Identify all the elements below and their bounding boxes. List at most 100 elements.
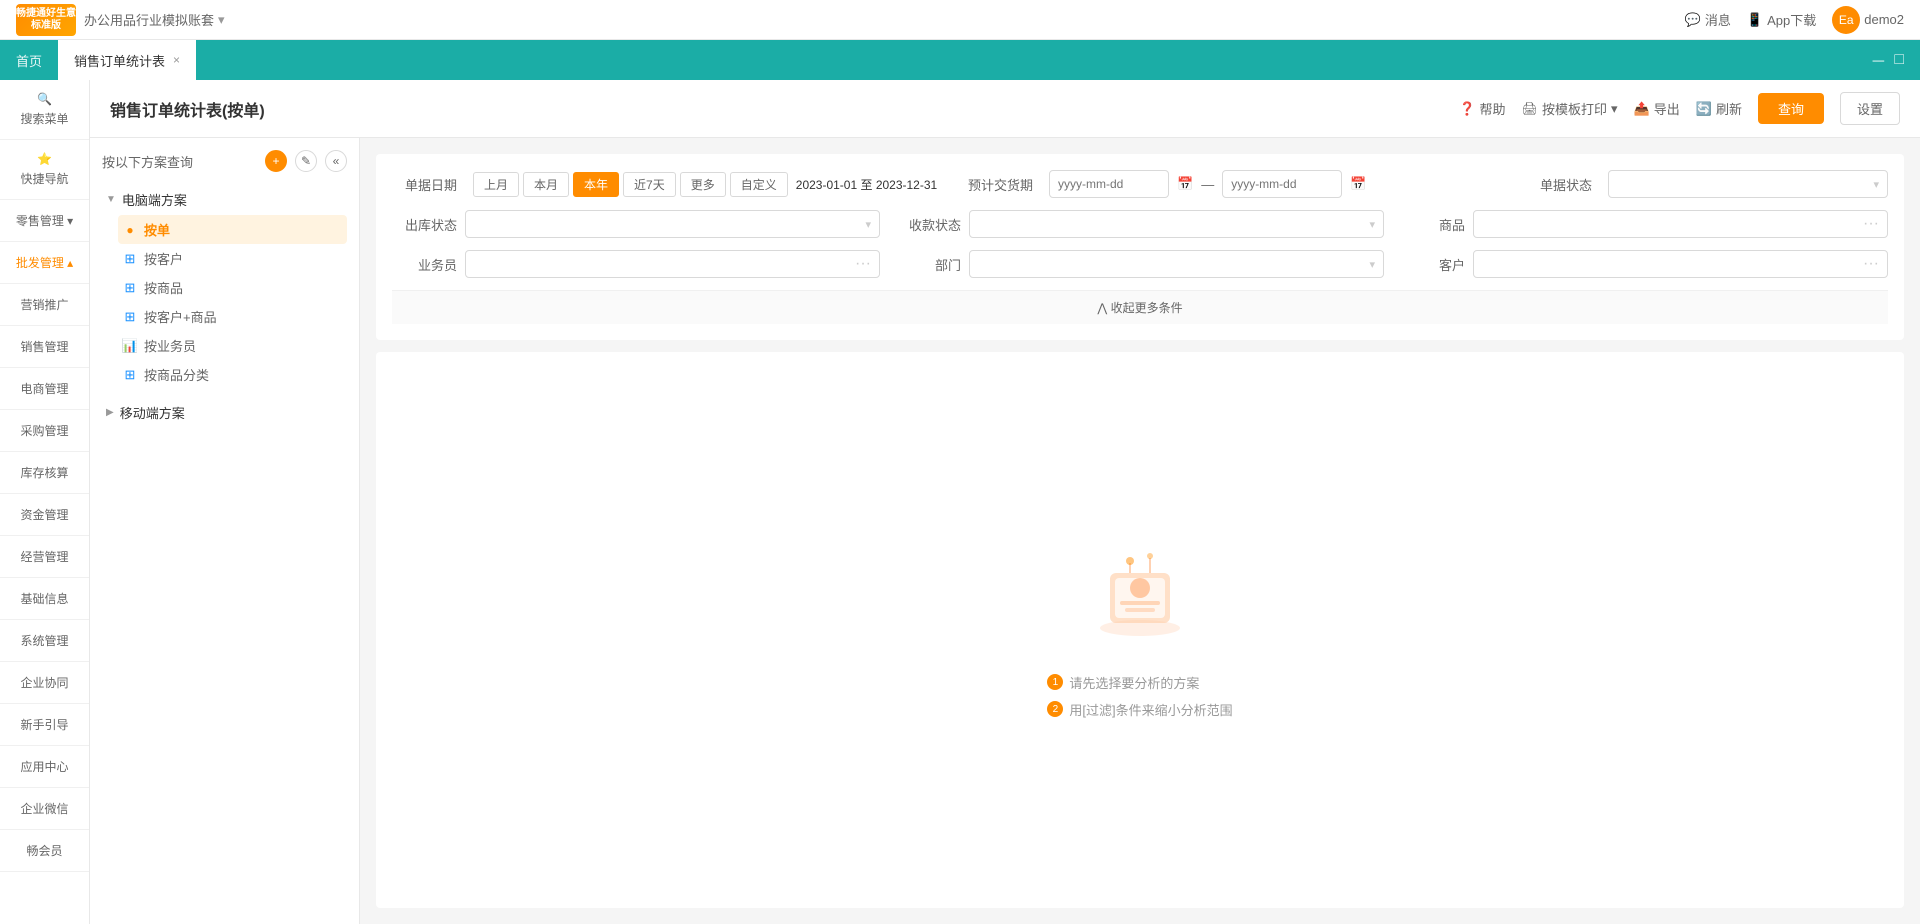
tree-mobile-expand-icon: ▶ [106, 407, 114, 418]
by-customer-icon: ⊞ [122, 251, 138, 267]
edit-scheme-button[interactable]: ✎ [295, 150, 317, 172]
window-minimize-button[interactable]: － [1870, 48, 1886, 72]
tab-home[interactable]: 首页 [0, 40, 58, 80]
bill-status-label: 单据状态 [1537, 175, 1592, 194]
expected-date-icon-end: 📅 [1350, 176, 1366, 192]
custom-btn[interactable]: 自定义 [730, 172, 788, 197]
bill-status-arrow-icon: ▾ [1873, 178, 1879, 191]
message-button[interactable]: 💬 消息 [1685, 10, 1731, 29]
tree-pc-section: ▼ 电脑端方案 ● 按单 ⊞ 按客户 ⊞ [102, 184, 347, 389]
sidebar-item-sales[interactable]: 销售管理 [0, 326, 89, 368]
sidebar-item-purchase[interactable]: 采购管理 [0, 410, 89, 452]
this-year-btn[interactable]: 本年 [573, 172, 619, 197]
refresh-button[interactable]: 🔄 刷新 [1696, 99, 1742, 118]
sidebar-item-ecommerce[interactable]: 电商管理 [0, 368, 89, 410]
user-menu[interactable]: Ea demo2 [1832, 6, 1904, 34]
print-icon: 🖨 [1522, 101, 1539, 117]
expected-date-separator: — [1201, 177, 1214, 192]
tabbar: 首页 销售订单统计表 × － □ [0, 40, 1920, 80]
sidebar-item-basic[interactable]: 基础信息 [0, 578, 89, 620]
empty-tips: 1 请先选择要分析的方案 2 用[过滤]条件来缩小分析范围 [1047, 673, 1232, 727]
more-btn[interactable]: 更多 [680, 172, 726, 197]
expected-date-end[interactable] [1222, 170, 1342, 198]
by-customer-goods-icon: ⊞ [122, 309, 138, 325]
sidebar-item-corp-wechat[interactable]: 企业微信 [0, 788, 89, 830]
expected-date-start[interactable] [1049, 170, 1169, 198]
query-button[interactable]: 查询 [1758, 93, 1824, 124]
tree-mobile-parent[interactable]: ▶ 移动端方案 [102, 397, 347, 428]
collapse-panel-button[interactable]: « [325, 150, 347, 172]
help-button[interactable]: ❓ 帮助 [1459, 99, 1505, 118]
main-layout: 🔍 搜索菜单 ⭐ 快捷导航 零售管理 ▾ 批发管理 ▴ 营销推广 销售管理 电商… [0, 80, 1920, 924]
window-maximize-button[interactable]: □ [1894, 51, 1904, 69]
ship-status-select[interactable]: ▾ [465, 210, 880, 238]
dept-label: 部门 [896, 255, 961, 274]
breadcrumb: 办公用品行业模拟账套 ▾ [84, 10, 225, 29]
sidebar-item-retail[interactable]: 零售管理 ▾ [0, 200, 89, 242]
tree-item-by-customer-goods[interactable]: ⊞ 按客户+商品 [118, 302, 347, 331]
last-month-btn[interactable]: 上月 [473, 172, 519, 197]
date-range-display: 2023-01-01 至 2023-12-31 [796, 176, 937, 193]
sidebar-item-quick-nav[interactable]: ⭐ 快捷导航 [0, 140, 89, 200]
logo: 畅捷通好生意标准版 [16, 4, 76, 36]
page-actions: ❓ 帮助 🖨 按模板打印 ▾ 📤 导出 🔄 刷新 查询 设置 [1459, 92, 1900, 125]
sidebar-item-operation[interactable]: 经营管理 [0, 536, 89, 578]
left-panel-actions: + ✎ « [265, 150, 347, 172]
dept-col: 部门 ▾ [896, 250, 1384, 278]
tree-item-by-category[interactable]: ⊞ 按商品分类 [118, 360, 347, 389]
tree-pc-children: ● 按单 ⊞ 按客户 ⊞ 按商品 ⊞ 按客 [102, 215, 347, 389]
app-download-button[interactable]: 📱 App下载 [1747, 10, 1816, 29]
breadcrumb-arrow[interactable]: ▾ [218, 12, 225, 28]
goods-input[interactable]: ··· [1473, 210, 1888, 238]
tree-item-by-goods[interactable]: ⊞ 按商品 [118, 273, 347, 302]
sidebar-item-marketing[interactable]: 营销推广 [0, 284, 89, 326]
add-scheme-button[interactable]: + [265, 150, 287, 172]
settings-button[interactable]: 设置 [1840, 92, 1900, 125]
sidebar-item-newbie[interactable]: 新手引导 [0, 704, 89, 746]
bill-status-select[interactable]: ▾ [1608, 170, 1888, 198]
payment-status-select[interactable]: ▾ [969, 210, 1384, 238]
tree-item-by-customer[interactable]: ⊞ 按客户 [118, 244, 347, 273]
topbar-left: 畅捷通好生意标准版 办公用品行业模拟账套 ▾ [16, 4, 225, 36]
empty-tip-1: 1 请先选择要分析的方案 [1047, 673, 1232, 692]
customer-more-icon: ··· [1863, 255, 1879, 273]
empty-illustration [1080, 533, 1200, 653]
export-button[interactable]: 📤 导出 [1634, 99, 1680, 118]
goods-col: 商品 ··· [1400, 210, 1888, 238]
this-month-btn[interactable]: 本月 [523, 172, 569, 197]
payment-status-col: 收款状态 ▾ [896, 210, 1384, 238]
tabbar-actions: － □ [1870, 48, 1920, 72]
right-panel: 单据日期 上月 本月 本年 近7天 更多 自定义 2023- [360, 138, 1920, 924]
sidebar-item-finance[interactable]: 资金管理 [0, 494, 89, 536]
sidebar-item-corp[interactable]: 企业协同 [0, 662, 89, 704]
dept-select[interactable]: ▾ [969, 250, 1384, 278]
tree-pc-parent[interactable]: ▼ 电脑端方案 [102, 184, 347, 215]
sidebar-item-search-menu[interactable]: 🔍 搜索菜单 [0, 80, 89, 140]
collapse-more-conditions-button[interactable]: ⋀ 收起更多条件 [392, 290, 1888, 324]
sidebar-item-system[interactable]: 系统管理 [0, 620, 89, 662]
tree-item-by-salesman[interactable]: 📊 按业务员 [118, 331, 347, 360]
tab-close-button[interactable]: × [173, 53, 180, 67]
customer-label: 客户 [1400, 255, 1465, 274]
print-button[interactable]: 🖨 按模板打印 ▾ [1522, 99, 1618, 118]
filter-row-2: 出库状态 ▾ 收款状态 ▾ [392, 210, 1888, 238]
date-filter-group: 上月 本月 本年 近7天 更多 自定义 2023-01-01 至 2023-12… [473, 172, 945, 197]
sidebar-item-wholesale[interactable]: 批发管理 ▴ [0, 242, 89, 284]
tab-sales-order-stat[interactable]: 销售订单统计表 × [58, 40, 196, 80]
salesman-input[interactable]: ··· [465, 250, 880, 278]
empty-tip-2: 2 用[过滤]条件来缩小分析范围 [1047, 700, 1232, 719]
sidebar-item-inventory[interactable]: 库存核算 [0, 452, 89, 494]
date-range: 2023-01-01 至 2023-12-31 [796, 176, 937, 193]
tree-item-by-order[interactable]: ● 按单 [118, 215, 347, 244]
customer-col: 客户 ··· [1400, 250, 1888, 278]
app-icon: 📱 [1747, 12, 1763, 28]
last-7-btn[interactable]: 近7天 [623, 172, 676, 197]
goods-more-icon: ··· [1863, 215, 1879, 233]
filter-area: 单据日期 上月 本月 本年 近7天 更多 自定义 2023- [376, 154, 1904, 340]
by-goods-icon: ⊞ [122, 280, 138, 296]
expected-date-range: 📅 — 📅 [1049, 170, 1521, 198]
sidebar-item-member[interactable]: 畅会员 [0, 830, 89, 872]
payment-status-arrow-icon: ▾ [1369, 218, 1375, 231]
sidebar-item-app-center[interactable]: 应用中心 [0, 746, 89, 788]
customer-input[interactable]: ··· [1473, 250, 1888, 278]
